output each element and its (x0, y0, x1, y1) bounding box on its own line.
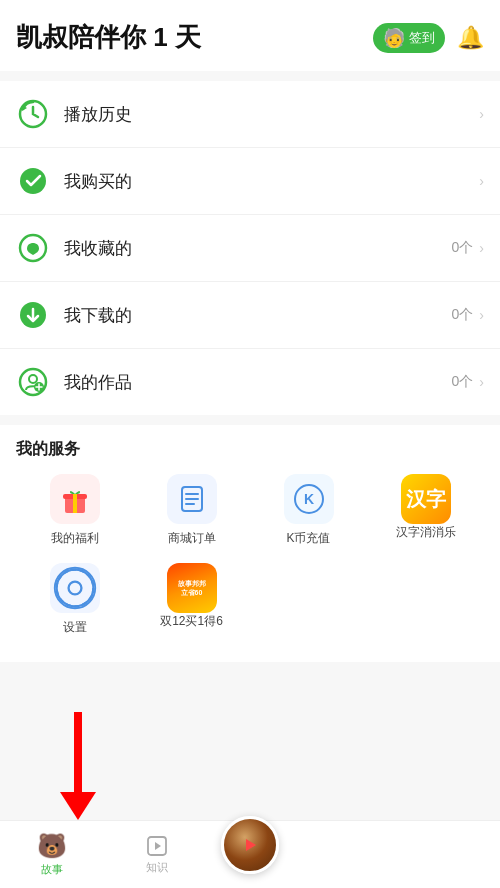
chevron-icon: › (479, 173, 484, 189)
sign-avatar-icon: 🧓 (383, 27, 405, 49)
favorites-label: 我收藏的 (64, 237, 452, 260)
arrow-head (60, 792, 96, 820)
menu-item-favorites[interactable]: 我收藏的 0个 › (0, 215, 500, 282)
play-center-button[interactable] (221, 816, 279, 874)
svg-point-23 (54, 568, 94, 608)
bell-icon[interactable]: 🔔 (457, 25, 484, 51)
services-section: 我的服务 我的福利 (0, 425, 500, 662)
kcoin-icon: K (284, 474, 334, 524)
page-title: 凯叔陪伴你 1 天 (16, 20, 201, 55)
header-actions: 🧓 签到 🔔 (373, 23, 484, 53)
hanzi-label: 汉字消消乐 (396, 524, 456, 541)
purchase-icon (16, 164, 50, 198)
works-icon (16, 365, 50, 399)
story-nav-label: 故事 (41, 862, 63, 877)
activity-icon: 故事邦邦立省60 (167, 563, 217, 613)
chevron-icon: › (479, 307, 484, 323)
activity-label: 双12买1得6 (160, 613, 223, 630)
nav-item-knowledge[interactable]: 知识 (117, 834, 197, 875)
svg-point-7 (29, 375, 37, 383)
works-label: 我的作品 (64, 371, 452, 394)
favorites-icon (16, 231, 50, 265)
bottom-nav: 🐻 故事 知识 (0, 820, 500, 888)
knowledge-nav-icon (145, 834, 169, 858)
chevron-icon: › (479, 374, 484, 390)
hanzi-game-icon: 汉字 (401, 474, 451, 524)
history-icon (16, 97, 50, 131)
service-item-activity[interactable]: 故事邦邦立省60 双12买1得6 (133, 563, 250, 636)
favorites-count: 0个 (452, 239, 474, 257)
kcoin-label: K币充值 (286, 530, 330, 547)
menu-item-history[interactable]: 播放历史 › (0, 81, 500, 148)
svg-point-2 (20, 168, 46, 194)
welfare-label: 我的福利 (51, 530, 99, 547)
sign-label: 签到 (409, 29, 435, 47)
chevron-icon: › (479, 240, 484, 256)
nav-item-story[interactable]: 🐻 故事 (12, 832, 92, 877)
service-item-welfare[interactable]: 我的福利 (16, 474, 133, 547)
svg-marker-26 (246, 839, 256, 851)
sign-in-button[interactable]: 🧓 签到 (373, 23, 445, 53)
chevron-icon: › (479, 106, 484, 122)
order-label: 商城订单 (168, 530, 216, 547)
service-item-hanzi[interactable]: 汉字 汉字消消乐 (367, 474, 484, 547)
gift-icon (50, 474, 100, 524)
menu-item-downloads[interactable]: 我下载的 0个 › (0, 282, 500, 349)
downloads-label: 我下载的 (64, 304, 452, 327)
service-item-settings[interactable]: 设置 (16, 563, 133, 636)
downloads-count: 0个 (452, 306, 474, 324)
svg-text:K: K (303, 491, 313, 507)
play-icon (240, 835, 260, 855)
service-item-order[interactable]: 商城订单 (133, 474, 250, 547)
services-title: 我的服务 (16, 439, 484, 460)
menu-section: 播放历史 › 我购买的 › 我收藏的 0个 › (0, 81, 500, 415)
history-label: 播放历史 (64, 103, 479, 126)
header: 凯叔陪伴你 1 天 🧓 签到 🔔 (0, 0, 500, 71)
downloads-icon (16, 298, 50, 332)
arrow-shaft (74, 712, 82, 792)
settings-label: 设置 (63, 619, 87, 636)
svg-rect-13 (73, 494, 77, 513)
settings-icon (50, 563, 100, 613)
order-icon (167, 474, 217, 524)
purchase-label: 我购买的 (64, 170, 479, 193)
story-nav-icon: 🐻 (37, 832, 67, 860)
menu-item-works[interactable]: 我的作品 0个 › (0, 349, 500, 415)
knowledge-nav-label: 知识 (146, 860, 168, 875)
services-grid: 我的福利 商城订单 K K币充值 (16, 474, 484, 652)
svg-point-22 (68, 582, 81, 595)
nav-item-play[interactable] (221, 836, 279, 874)
red-arrow-overlay (60, 712, 96, 820)
svg-marker-25 (155, 842, 161, 850)
service-item-kcoin[interactable]: K K币充值 (250, 474, 367, 547)
menu-item-purchase[interactable]: 我购买的 › (0, 148, 500, 215)
works-count: 0个 (452, 373, 474, 391)
